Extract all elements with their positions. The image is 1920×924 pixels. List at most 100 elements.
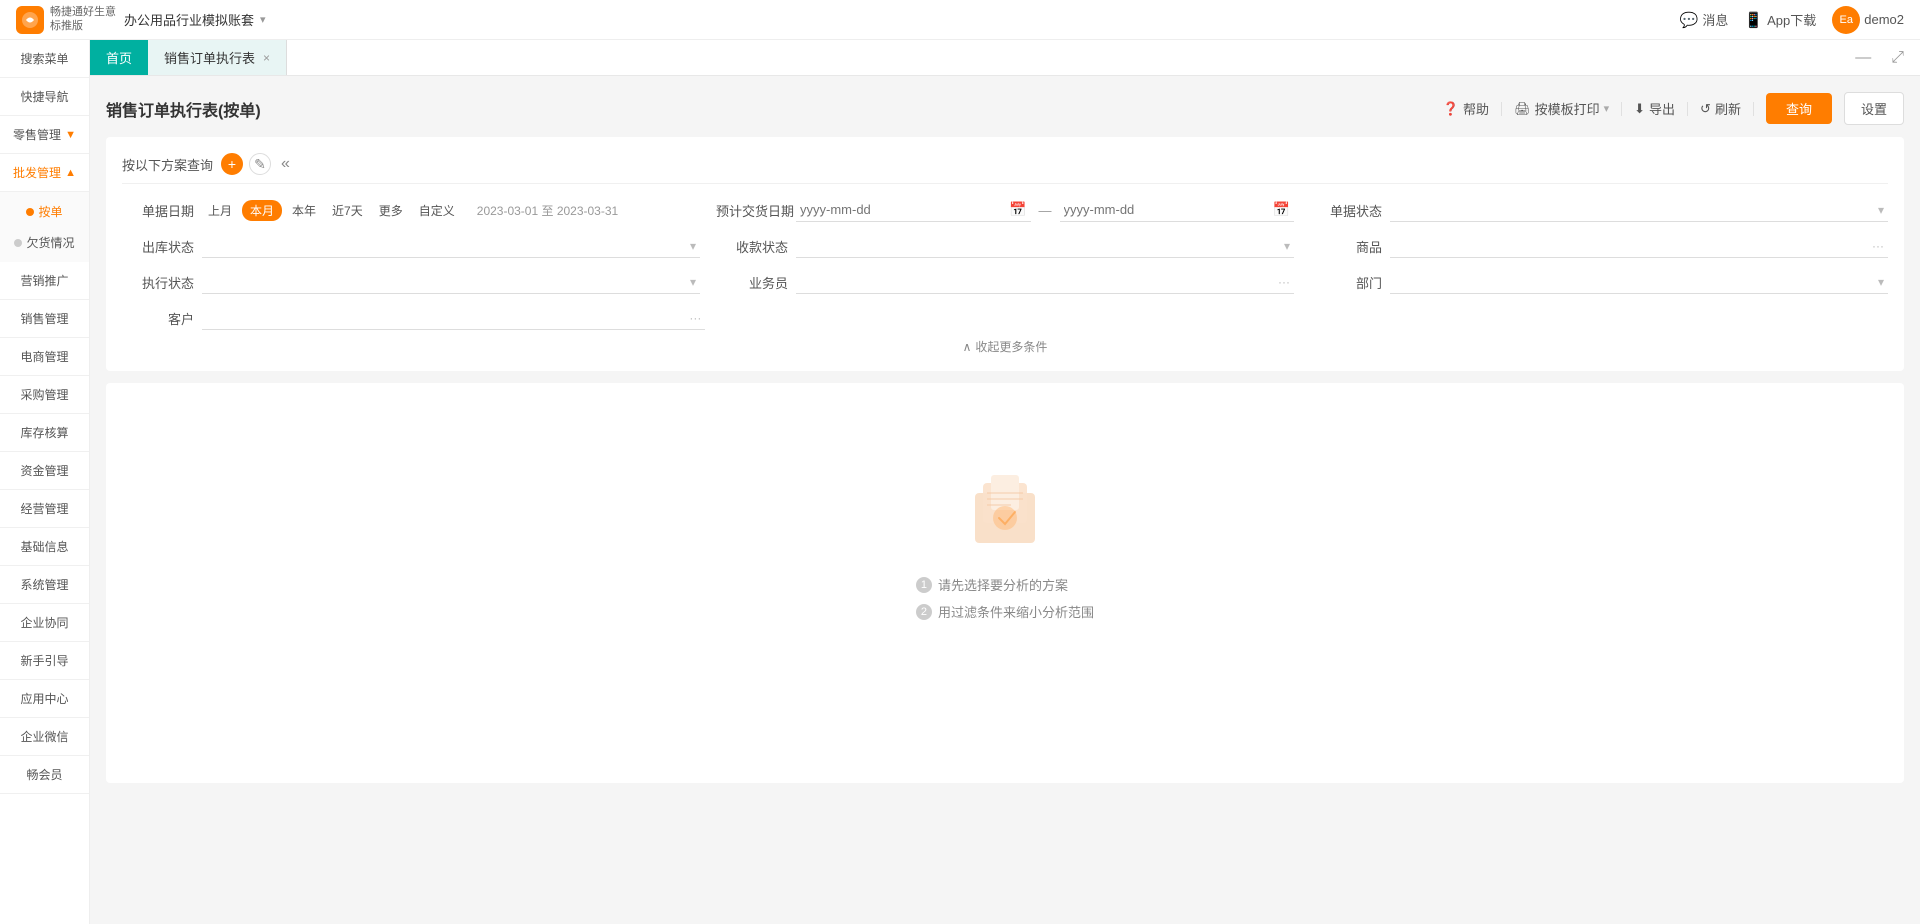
logo-icon	[16, 6, 44, 34]
content-area: 首页 销售订单执行表 × — ⤢ 销售订单执行表(按单) ❓ 帮助	[90, 40, 1920, 924]
dept-dropdown-icon[interactable]: ▾	[1874, 275, 1888, 289]
settings-button[interactable]: 设置	[1844, 92, 1904, 125]
divider3	[1687, 102, 1688, 116]
collapse-more-bar[interactable]: ∧ 收起更多条件	[122, 330, 1888, 355]
filter-row-4: 客户 ···	[122, 306, 1888, 330]
sidebar-item-sales[interactable]: 销售管理	[0, 300, 89, 338]
empty-illustration	[955, 463, 1055, 563]
scheme-header: 按以下方案查询 + ✎ «	[122, 153, 1888, 184]
filter-payment-status: 收款状态 ▾	[716, 234, 1294, 258]
active-dot-icon	[26, 208, 34, 216]
sidebar-item-retail[interactable]: 零售管理 ▼	[0, 116, 89, 154]
top-bar-left: 畅捷通好生意 标推版 办公用品行业模拟账套 ▾	[16, 6, 266, 34]
breadcrumb[interactable]: 办公用品行业模拟账套 ▾	[124, 10, 266, 29]
doc-status-wrapper: ▾	[1390, 198, 1888, 222]
ship-status-label: 出库状态	[122, 237, 194, 256]
sidebar-sub-order[interactable]: 按单	[0, 196, 89, 227]
empty-tip-1: 1 请先选择要分析的方案	[916, 575, 1094, 594]
app-download-button[interactable]: 📱 App下载	[1744, 10, 1816, 29]
tab-home[interactable]: 首页	[90, 40, 148, 75]
sidebar-item-finance[interactable]: 资金管理	[0, 452, 89, 490]
date-tab-this-year[interactable]: 本年	[286, 200, 322, 221]
date-tab-this-month[interactable]: 本月	[242, 200, 282, 221]
sidebar-item-system[interactable]: 系统管理	[0, 566, 89, 604]
salesperson-input[interactable]	[796, 270, 1274, 293]
edit-icon: ✎	[254, 156, 266, 173]
tab-minimize-button[interactable]: —	[1847, 45, 1879, 71]
tab-active[interactable]: 销售订单执行表 ×	[148, 40, 287, 75]
page-title-bar: 销售订单执行表(按单) ❓ 帮助 🖨 按模板打印 ▾ ⬇	[106, 92, 1904, 125]
date-separator: —	[1035, 203, 1056, 218]
forecast-date-end[interactable]	[1060, 198, 1269, 221]
sidebar-item-member[interactable]: 畅会员	[0, 756, 89, 794]
date-end-icon[interactable]: 📅	[1269, 201, 1294, 218]
scheme-add-button[interactable]: +	[221, 153, 243, 175]
tip2-num: 2	[916, 604, 932, 620]
exec-status-dropdown-icon[interactable]: ▾	[686, 275, 700, 289]
gray-dot-icon	[14, 239, 22, 247]
user-avatar: Ea	[1832, 6, 1860, 34]
payment-status-dropdown-icon[interactable]: ▾	[1280, 239, 1294, 253]
goods-input[interactable]	[1390, 234, 1868, 257]
goods-wrapper: ···	[1390, 234, 1888, 258]
sidebar-item-enterprise[interactable]: 企业协同	[0, 604, 89, 642]
ship-status-input[interactable]	[202, 234, 686, 257]
sidebar-item-base[interactable]: 基础信息	[0, 528, 89, 566]
scheme-collapse-button[interactable]: «	[281, 155, 290, 173]
forecast-date-start[interactable]	[796, 198, 1005, 221]
help-button[interactable]: ❓ 帮助	[1443, 99, 1489, 118]
date-start-icon[interactable]: 📅	[1005, 201, 1030, 218]
scheme-label: 按以下方案查询	[122, 155, 213, 174]
filter-row-3: 执行状态 ▾ 业务员 ···	[122, 270, 1888, 294]
refresh-button[interactable]: ↺ 刷新	[1700, 99, 1741, 118]
export-button[interactable]: ⬇ 导出	[1634, 99, 1675, 118]
sidebar-sub-debt[interactable]: 欠货情况	[0, 227, 89, 258]
sidebar-item-inventory[interactable]: 库存核算	[0, 414, 89, 452]
payment-status-input[interactable]	[796, 234, 1280, 257]
date-tab-last-month[interactable]: 上月	[202, 200, 238, 221]
print-template-button[interactable]: 🖨 按模板打印 ▾	[1514, 99, 1609, 118]
dept-input[interactable]	[1390, 270, 1874, 293]
page-actions: ❓ 帮助 🖨 按模板打印 ▾ ⬇ 导出	[1443, 92, 1904, 125]
scheme-edit-button[interactable]: ✎	[249, 153, 271, 175]
divider4	[1753, 102, 1754, 116]
search-panel: 按以下方案查询 + ✎ «	[106, 137, 1904, 371]
sidebar-search-menu[interactable]: 搜索菜单	[0, 40, 89, 78]
date-tab-more[interactable]: 更多	[373, 200, 409, 221]
exec-status-label: 执行状态	[122, 273, 194, 292]
forecast-date-start-wrap: 📅	[796, 198, 1031, 222]
goods-label: 商品	[1310, 237, 1382, 256]
exec-status-input[interactable]	[202, 270, 686, 293]
filter-date: 单据日期 上月 本月 本年 近7天 更多 自定义 2023-03-01 至 20…	[122, 200, 700, 221]
breadcrumb-text: 办公用品行业模拟账套	[124, 10, 254, 29]
salesperson-more-icon[interactable]: ···	[1274, 275, 1294, 289]
doc-status-input[interactable]	[1390, 198, 1874, 221]
dept-wrapper: ▾	[1390, 270, 1888, 294]
forecast-date-range: 📅 — 📅	[796, 198, 1294, 222]
tab-maximize-button[interactable]: ⤢	[1883, 45, 1912, 71]
sidebar-item-purchase[interactable]: 采购管理	[0, 376, 89, 414]
sidebar-item-wechat[interactable]: 企业微信	[0, 718, 89, 756]
goods-more-icon[interactable]: ···	[1868, 239, 1888, 253]
search-button[interactable]: 查询	[1766, 93, 1832, 124]
message-icon: 💬	[1680, 11, 1699, 29]
salesperson-wrapper: ···	[796, 270, 1294, 294]
sidebar-item-marketing[interactable]: 营销推广	[0, 262, 89, 300]
sidebar-item-operation[interactable]: 经营管理	[0, 490, 89, 528]
sidebar-item-newbie[interactable]: 新手引导	[0, 642, 89, 680]
customer-input[interactable]	[202, 306, 685, 329]
empty-tips: 1 请先选择要分析的方案 2 用过滤条件来缩小分析范围	[916, 575, 1094, 621]
date-tab-custom[interactable]: 自定义	[413, 200, 461, 221]
sidebar-item-appstore[interactable]: 应用中心	[0, 680, 89, 718]
tab-close-icon[interactable]: ×	[263, 51, 270, 65]
date-tab-7days[interactable]: 近7天	[326, 200, 369, 221]
forecast-date-end-wrap: 📅	[1060, 198, 1295, 222]
customer-more-icon[interactable]: ···	[685, 311, 705, 325]
doc-status-dropdown-icon[interactable]: ▾	[1874, 203, 1888, 217]
sidebar-item-ecommerce[interactable]: 电商管理	[0, 338, 89, 376]
ship-status-dropdown-icon[interactable]: ▾	[686, 239, 700, 253]
sidebar-quick-nav[interactable]: 快捷导航	[0, 78, 89, 116]
message-button[interactable]: 💬 消息	[1680, 10, 1729, 29]
user-menu[interactable]: Ea demo2	[1832, 6, 1904, 34]
sidebar-item-wholesale[interactable]: 批发管理 ▲	[0, 154, 89, 192]
